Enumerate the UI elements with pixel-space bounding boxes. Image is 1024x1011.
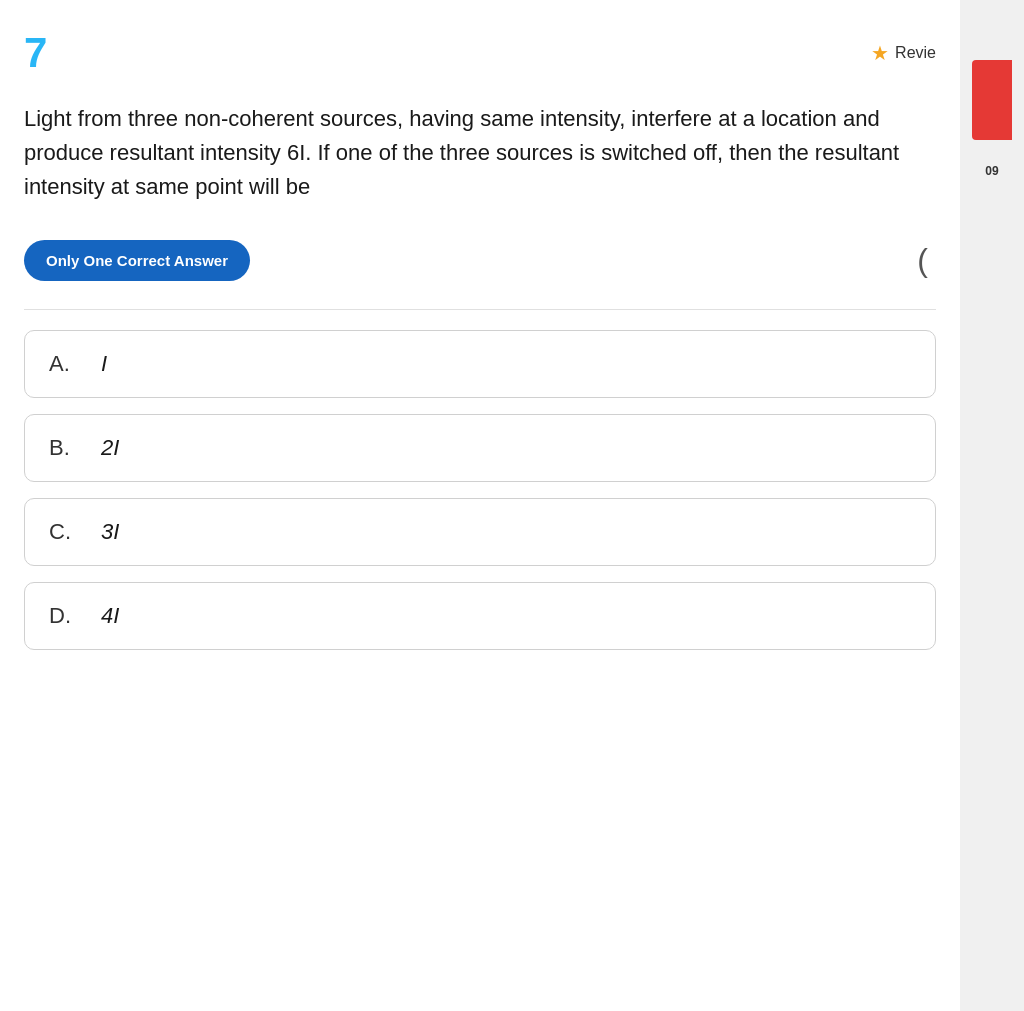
main-content: 7 ★ Revie Light from three non-coherent …	[0, 0, 960, 1011]
option-c[interactable]: C. 3I	[24, 498, 936, 566]
question-text: Light from three non-coherent sources, h…	[24, 102, 936, 204]
review-button[interactable]: ★ Revie	[871, 41, 936, 65]
question-number: 7	[24, 32, 47, 74]
option-b-value: 2I	[101, 435, 119, 461]
timer-display: 09	[985, 164, 998, 178]
option-d[interactable]: D. 4I	[24, 582, 936, 650]
option-a-label: A.	[49, 351, 81, 377]
options-list: A. I B. 2I C. 3I D. 4I	[24, 330, 936, 650]
section-divider	[24, 309, 936, 310]
red-tab-button[interactable]	[972, 60, 1012, 140]
bracket-hint: (	[917, 242, 928, 279]
question-header: 7 ★ Revie	[24, 32, 936, 74]
option-b[interactable]: B. 2I	[24, 414, 936, 482]
option-a-value: I	[101, 351, 107, 377]
option-c-label: C.	[49, 519, 81, 545]
right-panel: 09	[960, 0, 1024, 1011]
option-a[interactable]: A. I	[24, 330, 936, 398]
review-label: Revie	[895, 44, 936, 62]
page-wrapper: 7 ★ Revie Light from three non-coherent …	[0, 0, 1024, 1011]
option-c-value: 3I	[101, 519, 119, 545]
only-one-correct-badge: Only One Correct Answer	[24, 240, 250, 281]
badge-row: Only One Correct Answer (	[24, 240, 936, 281]
option-b-label: B.	[49, 435, 81, 461]
option-d-label: D.	[49, 603, 81, 629]
option-d-value: 4I	[101, 603, 119, 629]
star-icon: ★	[871, 41, 889, 65]
